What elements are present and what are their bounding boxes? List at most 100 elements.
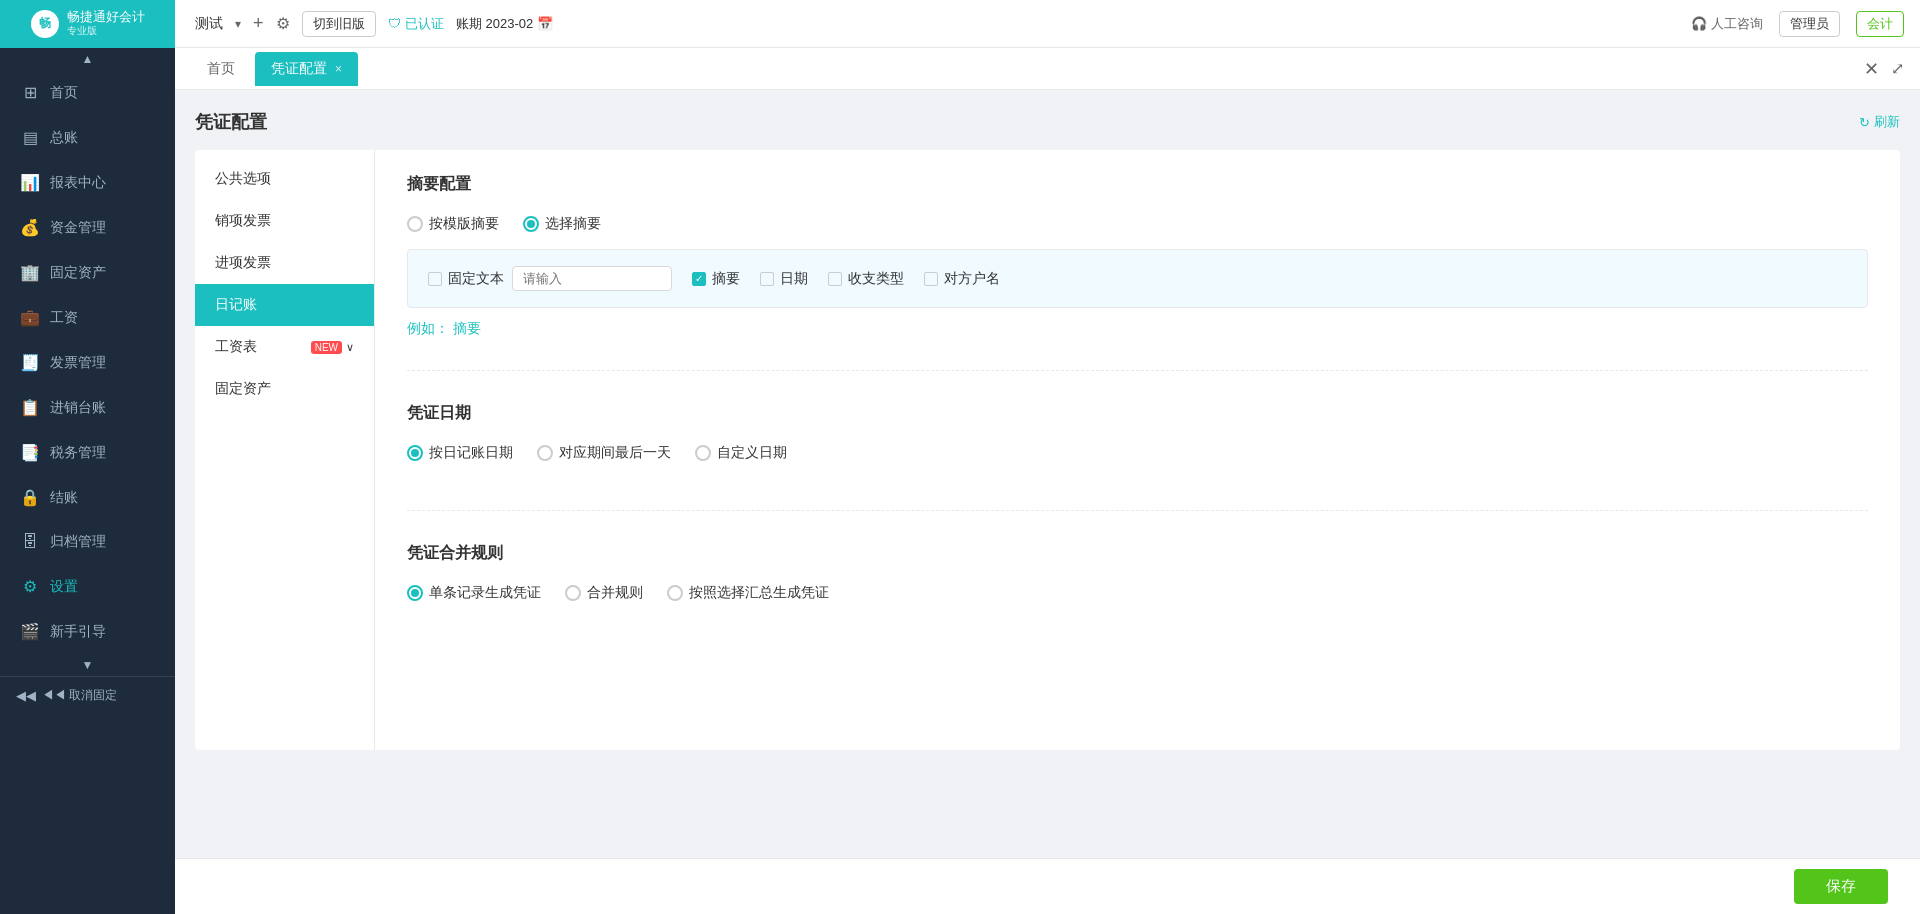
admin-button[interactable]: 管理员 — [1779, 11, 1840, 37]
config-menu-item-purchase-invoice[interactable]: 进项发票 — [195, 242, 374, 284]
calendar-icon[interactable]: 📅 — [537, 16, 553, 31]
checkbox-fixed-text[interactable]: 固定文本 — [428, 270, 504, 288]
sidebar-item-tax[interactable]: 📑 税务管理 — [0, 430, 175, 475]
topbar-right: 🎧 人工咨询 管理员 会计 — [1691, 11, 1904, 37]
main-layout: ▲ ⊞ 首页 ▤ 总账 📊 报表中心 💰 资金管理 🏢 固定资产 💼 工资 🧾 … — [0, 48, 1920, 914]
radio-circle-merge-rules — [565, 585, 581, 601]
summary-radio-template[interactable]: 按模版摘要 — [407, 215, 499, 233]
checkbox-income-type[interactable]: 收支类型 — [828, 270, 904, 288]
consult-button[interactable]: 🎧 人工咨询 — [1691, 15, 1763, 33]
merge-radio-single[interactable]: 单条记录生成凭证 — [407, 584, 541, 602]
project-name: 测试 — [195, 15, 223, 33]
checkbox-date[interactable]: 日期 — [760, 270, 808, 288]
summary-section: 摘要配置 按模版摘要 选择摘要 — [407, 174, 1868, 371]
fixed-text-group: 固定文本 — [428, 266, 672, 291]
config-menu-item-public[interactable]: 公共选项 — [195, 158, 374, 200]
config-layout: 公共选项 销项发票 进项发票 日记账 工资表 NEW — [195, 150, 1900, 750]
merge-section: 凭证合并规则 单条记录生成凭证 合并规则 — [407, 543, 1868, 650]
sidebar-item-label: 设置 — [50, 578, 78, 596]
date-radio-journal[interactable]: 按日记账日期 — [407, 444, 513, 462]
date-radio-custom[interactable]: 自定义日期 — [695, 444, 787, 462]
page-content: 凭证配置 ↻ 刷新 公共选项 销项发票 进项发票 — [175, 90, 1920, 858]
checkbox-summary[interactable]: ✓ 摘要 — [692, 270, 740, 288]
merge-radio-group: 单条记录生成凭证 合并规则 按照选择汇总生成凭证 — [407, 584, 1868, 602]
sidebar-item-archive[interactable]: 🗄 归档管理 — [0, 520, 175, 564]
checkbox-fixed-text-box — [428, 272, 442, 286]
sidebar-item-settings[interactable]: ⚙ 设置 — [0, 564, 175, 609]
cancel-fixed-button[interactable]: ◀◀ ◀◀ 取消固定 — [0, 676, 175, 714]
cert-icon: 🛡 — [388, 16, 401, 31]
page-title: 凭证配置 — [195, 110, 267, 134]
sidebar-item-closing[interactable]: 🔒 结账 — [0, 475, 175, 520]
checkbox-date-box — [760, 272, 774, 286]
reports-icon: 📊 — [20, 173, 40, 192]
sidebar-item-guide[interactable]: 🎬 新手引导 — [0, 609, 175, 654]
tab-bar: 首页 凭证配置 × ✕ ⤢ — [175, 48, 1920, 90]
sidebar-item-label: 税务管理 — [50, 444, 106, 462]
cancel-fixed-label: ◀◀ 取消固定 — [42, 687, 117, 704]
sidebar-item-invoices[interactable]: 🧾 发票管理 — [0, 340, 175, 385]
content-area: 首页 凭证配置 × ✕ ⤢ 凭证配置 ↻ 刷新 — [175, 48, 1920, 914]
checkbox-summary-box: ✓ — [692, 272, 706, 286]
config-menu-item-payroll-table[interactable]: 工资表 NEW ∨ — [195, 326, 374, 368]
tab-voucher-config[interactable]: 凭证配置 × — [255, 52, 358, 86]
settings-icon: ⚙ — [20, 577, 40, 596]
archive-icon: 🗄 — [20, 533, 40, 551]
date-radio-period-last[interactable]: 对应期间最后一天 — [537, 444, 671, 462]
home-icon: ⊞ — [20, 83, 40, 102]
checkbox-income-type-box — [828, 272, 842, 286]
sidebar-scroll-down[interactable]: ▼ — [0, 654, 175, 676]
cert-status: 🛡 已认证 — [388, 15, 444, 33]
refresh-button[interactable]: ↻ 刷新 — [1859, 113, 1900, 131]
old-version-button[interactable]: 切到旧版 — [302, 11, 376, 37]
tab-close-icon[interactable]: × — [335, 62, 342, 76]
radio-circle-custom-date — [695, 445, 711, 461]
invoices-icon: 🧾 — [20, 353, 40, 372]
merge-radio-summary[interactable]: 按照选择汇总生成凭证 — [667, 584, 829, 602]
config-menu-item-journal[interactable]: 日记账 — [195, 284, 374, 326]
sidebar-item-payroll[interactable]: 💼 工资 — [0, 295, 175, 340]
accountant-button[interactable]: 会计 — [1856, 11, 1904, 37]
sidebar-item-ledger[interactable]: ▤ 总账 — [0, 115, 175, 160]
sidebar-item-assets[interactable]: 🏢 固定资产 — [0, 250, 175, 295]
settings-gear-icon[interactable]: ⚙ — [276, 14, 290, 33]
sidebar-item-sales[interactable]: 📋 进销台账 — [0, 385, 175, 430]
sales-icon: 📋 — [20, 398, 40, 417]
radio-circle-select — [523, 216, 539, 232]
config-menu-item-sales-invoice[interactable]: 销项发票 — [195, 200, 374, 242]
merge-radio-rules[interactable]: 合并规则 — [565, 584, 643, 602]
closing-icon: 🔒 — [20, 488, 40, 507]
add-project-icon[interactable]: + — [253, 13, 264, 34]
sidebar-item-home[interactable]: ⊞ 首页 — [0, 70, 175, 115]
summary-radio-group: 按模版摘要 选择摘要 — [407, 215, 1868, 233]
payroll-icon: 💼 — [20, 308, 40, 327]
sidebar-item-label: 新手引导 — [50, 623, 106, 641]
project-chevron-icon[interactable]: ▾ — [235, 17, 241, 31]
sidebar-item-funds[interactable]: 💰 资金管理 — [0, 205, 175, 250]
cancel-fixed-icon: ◀◀ — [16, 688, 36, 703]
sidebar-item-label: 首页 — [50, 84, 78, 102]
sidebar-scroll-up[interactable]: ▲ — [0, 48, 175, 70]
config-panel: 摘要配置 按模版摘要 选择摘要 — [375, 150, 1900, 750]
tab-expand-button[interactable]: ⤢ — [1891, 59, 1904, 78]
merge-title: 凭证合并规则 — [407, 543, 1868, 564]
config-menu: 公共选项 销项发票 进项发票 日记账 工资表 NEW — [195, 150, 375, 750]
summary-radio-select[interactable]: 选择摘要 — [523, 215, 601, 233]
sidebar-item-reports[interactable]: 📊 报表中心 — [0, 160, 175, 205]
tab-close-button[interactable]: ✕ — [1864, 58, 1879, 80]
summary-title: 摘要配置 — [407, 174, 1868, 195]
sidebar-item-label: 工资 — [50, 309, 78, 327]
sidebar-item-label: 进销台账 — [50, 399, 106, 417]
config-menu-item-fixed-assets[interactable]: 固定资产 — [195, 368, 374, 410]
radio-circle-single — [407, 585, 423, 601]
sidebar-item-label: 资金管理 — [50, 219, 106, 237]
save-button[interactable]: 保存 — [1794, 869, 1888, 904]
checkbox-counterparty-box — [924, 272, 938, 286]
tab-home[interactable]: 首页 — [191, 52, 251, 86]
bottom-bar: 保存 — [175, 858, 1920, 914]
sidebar-item-label: 结账 — [50, 489, 78, 507]
assets-icon: 🏢 — [20, 263, 40, 282]
fixed-text-input[interactable] — [512, 266, 672, 291]
checkbox-counterparty[interactable]: 对方户名 — [924, 270, 1000, 288]
radio-circle-period-last — [537, 445, 553, 461]
